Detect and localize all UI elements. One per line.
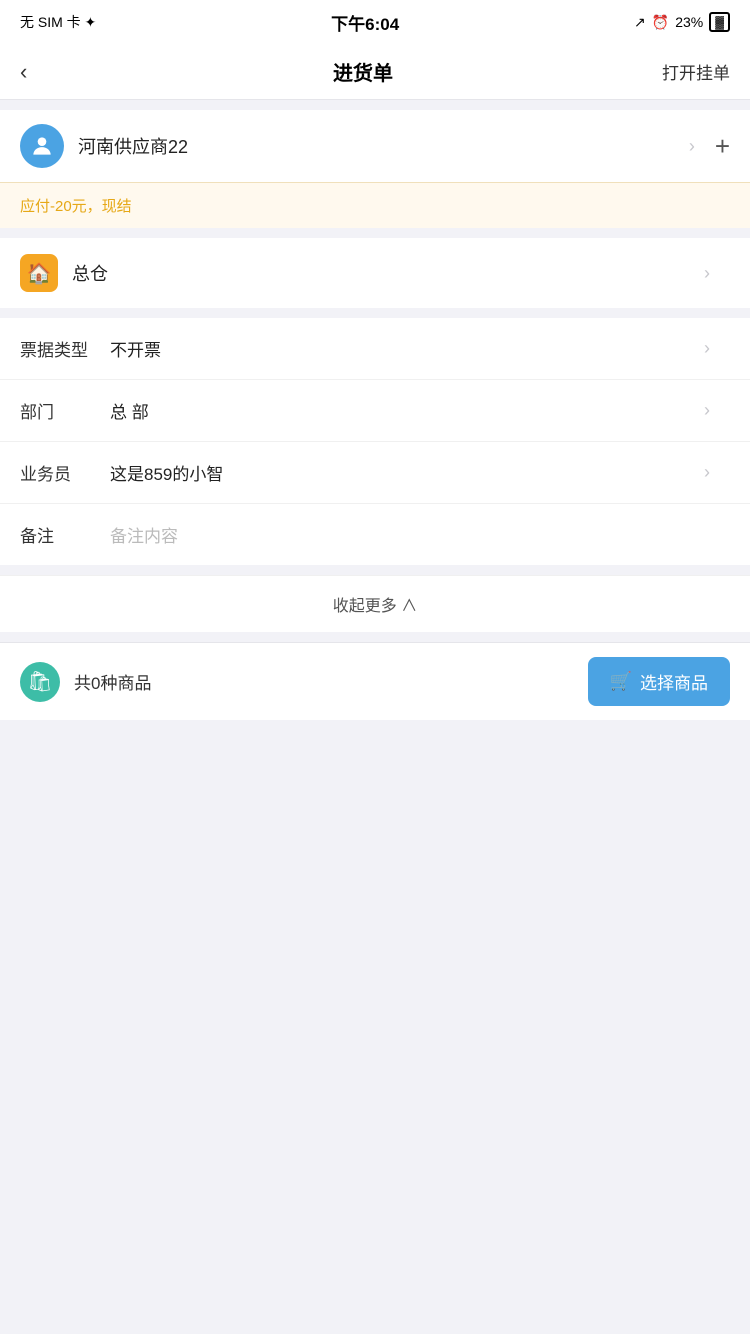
ticket-label: 票据类型 (20, 336, 110, 361)
notice-bar: 应付-20元，现结 (0, 182, 750, 228)
alarm-icon: ⏰ (652, 14, 669, 31)
gray-fill-area (0, 720, 750, 1020)
warehouse-chevron-icon: › (704, 263, 710, 284)
nav-arrow-icon: ↗ (634, 14, 646, 31)
warehouse-row[interactable]: 🏠 总仓 › (0, 238, 750, 308)
select-product-label: 选择商品 (640, 669, 708, 694)
sales-row[interactable]: 业务员 这是859的小智 › (0, 442, 750, 504)
collapse-text: 收起更多 ∧ (333, 592, 417, 616)
sales-value: 这是859的小智 (110, 460, 704, 485)
content-area: 河南供应商22 › + 应付-20元，现结 🏠 总仓 › 票据类型 不开票 › … (0, 100, 750, 1020)
supplier-chevron-icon: › (689, 136, 695, 157)
open-pending-button[interactable]: 打开挂单 (662, 59, 730, 84)
section-gap-1 (0, 100, 750, 110)
status-time: 下午6:04 (331, 10, 399, 35)
warehouse-icon: 🏠 (27, 261, 52, 286)
warehouse-icon-wrap: 🏠 (20, 254, 58, 292)
product-icon-wrap: 🛍 (20, 662, 60, 702)
bottom-bar: 🛍 共0种商品 🛒 选择商品 (0, 642, 750, 720)
form-section: 票据类型 不开票 › 部门 总 部 › 业务员 这是859的小智 › 备注 备注… (0, 318, 750, 565)
select-product-button[interactable]: 🛒 选择商品 (588, 657, 730, 706)
status-right: ↗ ⏰ 23% ▓ (634, 12, 730, 32)
person-icon (29, 133, 55, 159)
battery-text: 23% (675, 14, 703, 30)
add-supplier-button[interactable]: + (715, 131, 730, 162)
ticket-chevron-icon: › (704, 338, 710, 359)
warehouse-name: 总仓 (72, 260, 704, 286)
note-row[interactable]: 备注 备注内容 (0, 504, 750, 565)
ticket-row[interactable]: 票据类型 不开票 › (0, 318, 750, 380)
product-count: 共0种商品 (74, 669, 588, 694)
supplier-name: 河南供应商22 (78, 133, 689, 159)
dept-label: 部门 (20, 398, 110, 423)
dept-row[interactable]: 部门 总 部 › (0, 380, 750, 442)
nav-bar: ‹ 进货单 打开挂单 (0, 44, 750, 100)
collapse-row[interactable]: 收起更多 ∧ (0, 575, 750, 632)
status-left: 无 SIM 卡 ✦ (20, 12, 96, 32)
notice-text: 应付-20元，现结 (20, 198, 132, 215)
status-bar: 无 SIM 卡 ✦ 下午6:04 ↗ ⏰ 23% ▓ (0, 0, 750, 44)
ticket-value: 不开票 (110, 336, 704, 361)
dept-chevron-icon: › (704, 400, 710, 421)
dept-value: 总 部 (110, 398, 704, 423)
supplier-section: 河南供应商22 › + 应付-20元，现结 (0, 110, 750, 228)
supplier-avatar (20, 124, 64, 168)
page-title: 进货单 (333, 57, 393, 86)
sales-chevron-icon: › (704, 462, 710, 483)
note-label: 备注 (20, 522, 110, 547)
product-bag-icon: 🛍 (27, 669, 52, 694)
sales-label: 业务员 (20, 460, 110, 485)
battery-icon: ▓ (709, 12, 730, 32)
select-cart-icon: 🛒 (610, 671, 632, 692)
back-button[interactable]: ‹ (20, 59, 64, 85)
supplier-row[interactable]: 河南供应商22 › + (0, 110, 750, 182)
note-input[interactable]: 备注内容 (110, 522, 730, 547)
